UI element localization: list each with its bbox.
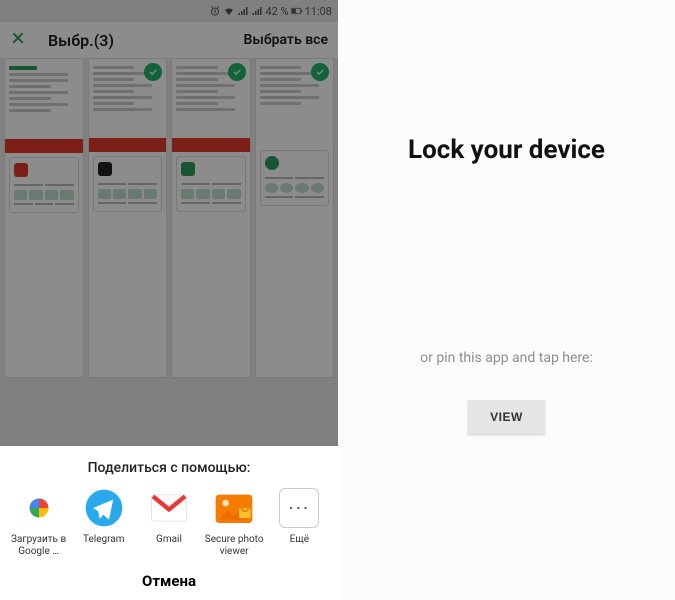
- share-app-label: Загрузить в Google …: [9, 534, 69, 558]
- share-sheet: Поделиться с помощью: Загрузить в Google…: [0, 446, 338, 600]
- pin-instruction-text: or pin this app and tap here:: [420, 350, 593, 366]
- share-app-label: Gmail: [156, 534, 182, 558]
- lock-title: Lock your device: [408, 135, 605, 165]
- gmail-icon: [149, 488, 189, 528]
- share-app-label: Ещё: [290, 534, 309, 558]
- telegram-icon: [84, 488, 124, 528]
- google-photos-icon: [19, 488, 59, 528]
- secure-photo-icon: [214, 488, 254, 528]
- share-app-secure-viewer[interactable]: Secure photo viewer: [204, 488, 264, 558]
- share-app-telegram[interactable]: Telegram: [74, 488, 134, 558]
- view-button[interactable]: VIEW: [468, 400, 545, 434]
- share-sheet-title: Поделиться с помощью:: [0, 460, 338, 476]
- share-app-google-photos[interactable]: Загрузить в Google …: [9, 488, 69, 558]
- cancel-button[interactable]: Отмена: [0, 572, 338, 590]
- share-apps-row: Загрузить в Google … Telegram Gmail Secu…: [0, 488, 338, 558]
- share-app-label: Secure photo viewer: [204, 534, 264, 558]
- share-app-more[interactable]: ··· Ещё: [269, 488, 329, 558]
- phone-left-screen: 42 % 11:08 Выбр.(3) Выбрать все: [0, 0, 338, 600]
- share-app-gmail[interactable]: Gmail: [139, 488, 199, 558]
- share-app-label: Telegram: [83, 534, 125, 558]
- phone-right-screen: Lock your device or pin this app and tap…: [338, 0, 675, 600]
- more-icon: ···: [279, 488, 319, 528]
